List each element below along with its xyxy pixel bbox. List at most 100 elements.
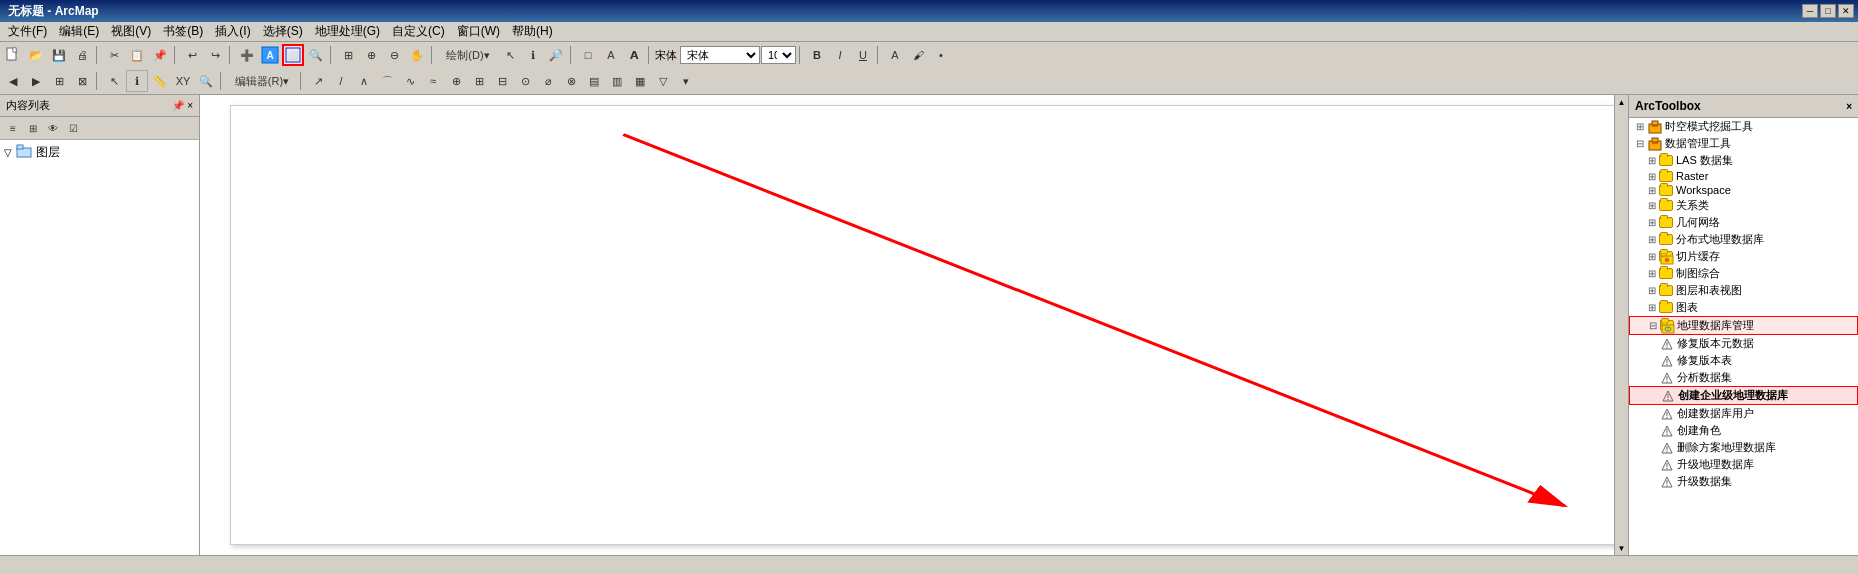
tree-item-relclass[interactable]: ⊞ 关系类 <box>1629 197 1858 214</box>
tree-item-create-role[interactable]: 创建角色 <box>1629 422 1858 439</box>
zoom-in-button[interactable]: ⊕ <box>360 44 382 66</box>
magnify-glass[interactable]: 🔍 <box>195 70 217 92</box>
tree-item-fixtable[interactable]: 修复版本表 <box>1629 352 1858 369</box>
tree-item-spatio[interactable]: ⊞ 时空模式挖掘工具 <box>1629 118 1858 135</box>
tree-item-workspace[interactable]: ⊞ Workspace <box>1629 183 1858 197</box>
zoom-extent[interactable]: ⊠ <box>71 70 93 92</box>
menu-customize[interactable]: 自定义(C) <box>386 21 451 42</box>
edit-tool-6[interactable]: ≈ <box>422 70 444 92</box>
text-tool[interactable]: A <box>600 44 622 66</box>
underline-button[interactable]: U <box>852 44 874 66</box>
tree-item-analyze[interactable]: 分析数据集 <box>1629 369 1858 386</box>
italic-button[interactable]: I <box>829 44 851 66</box>
find-tool[interactable]: 🔎 <box>545 44 567 66</box>
tree-item-chart[interactable]: ⊞ 图表 <box>1629 299 1858 316</box>
edit-tool-8[interactable]: ⊞ <box>468 70 490 92</box>
toc-layer-item[interactable]: ▽ 图层 <box>4 144 195 161</box>
menu-file[interactable]: 文件(F) <box>2 21 53 42</box>
font-size-combo[interactable]: 10 <box>761 46 796 64</box>
edit-tool-13[interactable]: ▤ <box>583 70 605 92</box>
print-button[interactable]: 🖨 <box>71 44 93 66</box>
paste-button[interactable]: 📌 <box>149 44 171 66</box>
toc-pin-button[interactable]: 📌 × <box>172 100 193 111</box>
scroll-down-button[interactable]: ▼ <box>1615 541 1628 555</box>
edit-tool-12[interactable]: ⊗ <box>560 70 582 92</box>
tree-item-raster[interactable]: ⊞ Raster <box>1629 169 1858 183</box>
menu-window[interactable]: 窗口(W) <box>451 21 506 42</box>
edit-tool-4[interactable]: ⌒ <box>376 70 398 92</box>
close-button[interactable]: ✕ <box>1838 4 1854 18</box>
arrow-tool[interactable]: ↖ <box>103 70 125 92</box>
toc-list-view[interactable]: ≡ <box>4 120 22 136</box>
tree-item-upgrade-gdb[interactable]: 升级地理数据库 <box>1629 456 1858 473</box>
full-extent-button[interactable]: ⊞ <box>337 44 359 66</box>
edit-tool-9[interactable]: ⊟ <box>491 70 513 92</box>
identify-tool[interactable]: ℹ <box>522 44 544 66</box>
tree-item-create-dbuser[interactable]: 创建数据库用户 <box>1629 405 1858 422</box>
nav-forward[interactable]: ▶ <box>25 70 47 92</box>
font-color-button[interactable]: A <box>884 44 906 66</box>
draw-rect-tool[interactable]: □ <box>577 44 599 66</box>
tree-item-distgdb[interactable]: ⊞ 分布式地理数据库 <box>1629 231 1858 248</box>
edit-tool-15[interactable]: ▦ <box>629 70 651 92</box>
pan-view[interactable]: ⊞ <box>48 70 70 92</box>
redo-button[interactable]: ↪ <box>204 44 226 66</box>
draw-dropdown[interactable]: 绘制(D)▾ <box>438 44 498 66</box>
highlight-button[interactable]: 🖌 <box>907 44 929 66</box>
tree-item-create-egdb[interactable]: 创建企业级地理数据库 <box>1629 386 1858 405</box>
arctools-close-button[interactable]: × <box>1846 101 1852 112</box>
cut-button[interactable]: ✂ <box>103 44 125 66</box>
menu-help[interactable]: 帮助(H) <box>506 21 559 42</box>
menu-view[interactable]: 视图(V) <box>105 21 157 42</box>
zoom-out-button[interactable]: ⊖ <box>383 44 405 66</box>
tree-item-layertable[interactable]: ⊞ 图层和表视图 <box>1629 282 1858 299</box>
nav-back[interactable]: ◀ <box>2 70 24 92</box>
tree-item-geonet[interactable]: ⊞ 几何网络 <box>1629 214 1858 231</box>
measure-tool[interactable]: 📏 <box>149 70 171 92</box>
zoom-button[interactable]: 🔍 <box>305 44 327 66</box>
tree-item-fixmeta[interactable]: 修复版本元数据 <box>1629 335 1858 352</box>
open-button[interactable]: 📂 <box>25 44 47 66</box>
bold-tool[interactable]: 𝗔 <box>623 44 645 66</box>
edit-tool-1[interactable]: ↗ <box>307 70 329 92</box>
maximize-button[interactable]: □ <box>1820 4 1836 18</box>
minimize-button[interactable]: ─ <box>1802 4 1818 18</box>
toc-source-view[interactable]: ⊞ <box>24 120 42 136</box>
select-tool[interactable]: ↖ <box>499 44 521 66</box>
tree-item-gdbmgr[interactable]: ⊟ 地理数据库管理 <box>1629 316 1858 335</box>
bold-button[interactable]: B <box>806 44 828 66</box>
color-button[interactable]: • <box>930 44 952 66</box>
tree-item-del-schema[interactable]: 删除方案地理数据库 <box>1629 439 1858 456</box>
tree-item-upgrade-dataset[interactable]: 升级数据集 <box>1629 473 1858 490</box>
vertical-scrollbar[interactable]: ▲ ▼ <box>1614 95 1628 555</box>
new-button[interactable] <box>2 44 24 66</box>
edit-tool-7[interactable]: ⊕ <box>445 70 467 92</box>
menu-geoprocessing[interactable]: 地理处理(G) <box>309 21 386 42</box>
edit-tool-16[interactable]: ▽ <box>652 70 674 92</box>
tree-item-tilecache[interactable]: ⊞ 切片缓存 <box>1629 248 1858 265</box>
toolbar-overflow[interactable]: ▾ <box>675 70 697 92</box>
tree-item-las[interactable]: ⊞ LAS 数据集 <box>1629 152 1858 169</box>
edit-tool-10[interactable]: ⊙ <box>514 70 536 92</box>
tree-item-datamanage[interactable]: ⊟ 数据管理工具 <box>1629 135 1858 152</box>
menu-bookmark[interactable]: 书签(B) <box>157 21 209 42</box>
editor-dropdown[interactable]: 编辑器(R)▾ <box>227 70 297 92</box>
toc-vis-view[interactable]: 👁 <box>44 120 62 136</box>
info-tool[interactable]: ℹ <box>126 70 148 92</box>
edit-tool-11[interactable]: ⌀ <box>537 70 559 92</box>
font-name-combo[interactable]: 宋体 <box>680 46 760 64</box>
active-tool-button[interactable]: ⬜ <box>282 44 304 66</box>
pan-button[interactable]: ✋ <box>406 44 428 66</box>
menu-select[interactable]: 选择(S) <box>257 21 309 42</box>
edit-tool-14[interactable]: ▥ <box>606 70 628 92</box>
menu-edit[interactable]: 编辑(E) <box>53 21 105 42</box>
edit-tool-2[interactable]: / <box>330 70 352 92</box>
toc-select-view[interactable]: ☑ <box>64 120 82 136</box>
tree-item-carto[interactable]: ⊞ 制图综合 <box>1629 265 1858 282</box>
save-button[interactable]: 💾 <box>48 44 70 66</box>
scroll-up-button[interactable]: ▲ <box>1615 95 1628 109</box>
xy-tool[interactable]: XY <box>172 70 194 92</box>
edit-tool-5[interactable]: ∿ <box>399 70 421 92</box>
edit-tool-3[interactable]: ∧ <box>353 70 375 92</box>
copy-button[interactable]: 📋 <box>126 44 148 66</box>
